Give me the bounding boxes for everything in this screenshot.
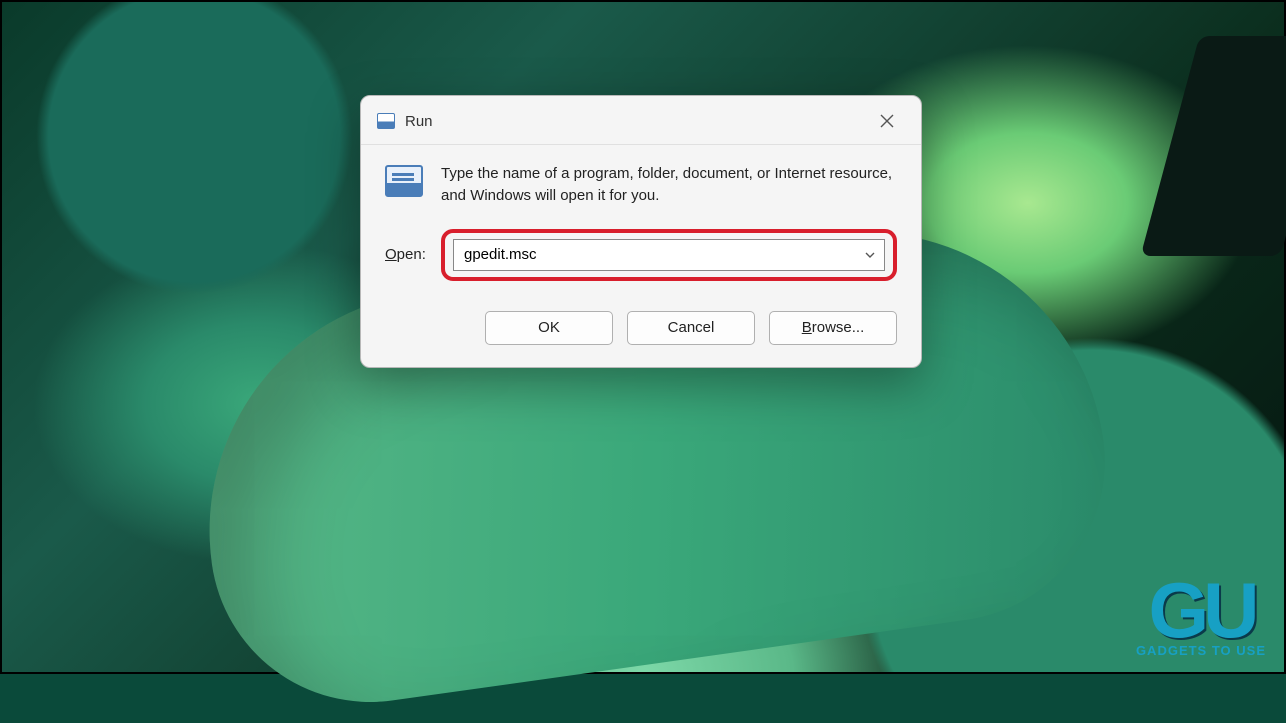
cancel-button[interactable]: Cancel <box>627 311 755 345</box>
close-icon <box>880 114 894 128</box>
open-combobox[interactable] <box>453 239 885 271</box>
run-large-icon <box>385 165 423 197</box>
dialog-button-row: OK Cancel Browse... <box>361 291 921 367</box>
close-button[interactable] <box>867 106 907 136</box>
dialog-title: Run <box>405 113 433 130</box>
watermark-tagline: GADGETS TO USE <box>1136 643 1266 658</box>
open-label: Open: <box>385 246 437 263</box>
watermark-logo: GU <box>1136 579 1266 641</box>
combobox-dropdown-button[interactable] <box>856 249 884 261</box>
chevron-down-icon <box>864 249 876 261</box>
dialog-description: Type the name of a program, folder, docu… <box>441 163 897 207</box>
browse-button[interactable]: Browse... <box>769 311 897 345</box>
run-app-icon <box>377 113 395 129</box>
input-highlight-annotation <box>441 229 897 281</box>
watermark: GU GADGETS TO USE <box>1136 579 1266 658</box>
titlebar[interactable]: Run <box>361 96 921 145</box>
run-dialog: Run Type the name of a program, folder, … <box>360 95 922 368</box>
ok-button[interactable]: OK <box>485 311 613 345</box>
open-input[interactable] <box>454 242 856 267</box>
